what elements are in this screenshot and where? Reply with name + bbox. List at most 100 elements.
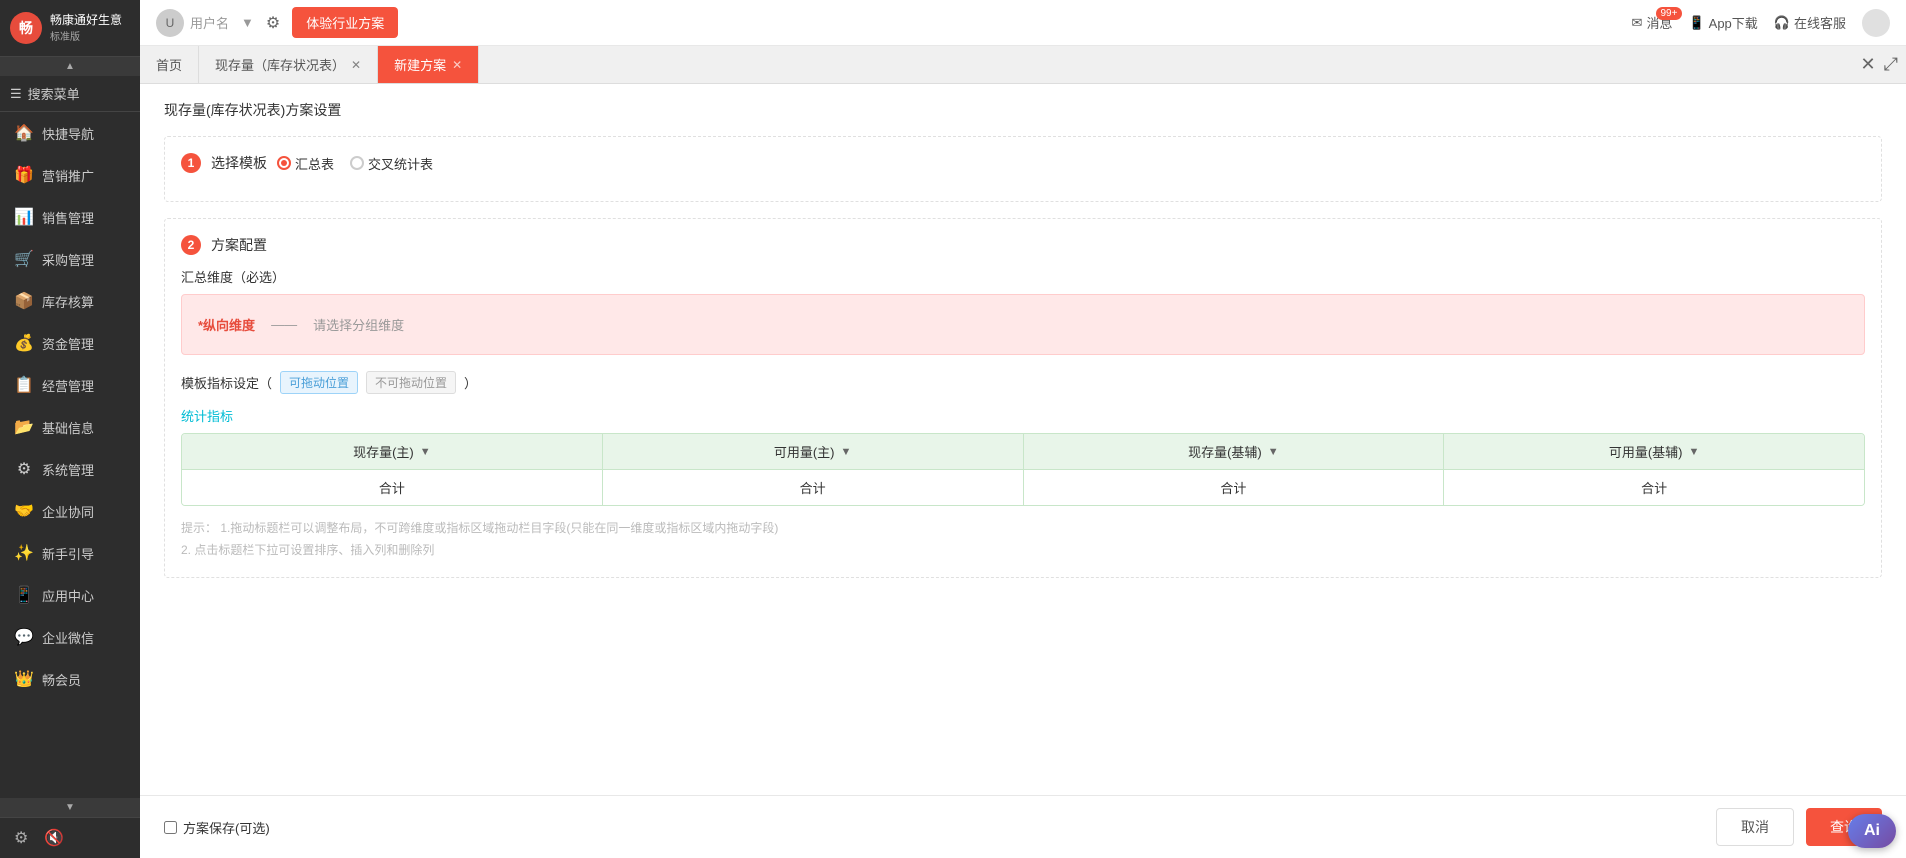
- expand-window-icon[interactable]: ⤢: [1884, 54, 1898, 75]
- sidebar-item-operations[interactable]: 📋 经营管理: [0, 364, 140, 406]
- app-logo-icon: 畅: [10, 12, 42, 44]
- sidebar-item-basic-info[interactable]: 📂 基础信息: [0, 406, 140, 448]
- sidebar-item-quick-nav[interactable]: 🏠 快捷导航: [0, 112, 140, 154]
- indicator-movable-badge: 可拖动位置: [280, 371, 358, 394]
- tab-inventory-close-icon[interactable]: ✕: [351, 58, 361, 72]
- cancel-button[interactable]: 取消: [1716, 808, 1794, 846]
- sidebar-logo: 畅 畅康通好生意 标准版: [0, 0, 140, 57]
- tab-new-plan-label: 新建方案: [394, 55, 446, 74]
- indicator-setting-label: 模板指标设定（: [181, 373, 272, 392]
- sidebar-scroll-up[interactable]: ▲: [0, 57, 140, 76]
- crown-icon: 👑: [14, 669, 34, 689]
- headset-icon: 🎧: [1774, 15, 1790, 31]
- sidebar-item-finance[interactable]: 💰 资金管理: [0, 322, 140, 364]
- footer: 方案保存(可选) 取消 查询: [140, 795, 1906, 858]
- gift-icon: 🎁: [14, 165, 34, 185]
- footer-save: 方案保存(可选): [164, 818, 270, 837]
- hint-area: 提示： 1.拖动标题栏可以调整布局，不可跨维度或指标区域拖动栏目字段(只能在同一…: [181, 518, 1865, 561]
- stats-col-2-label: 可用量(主): [774, 442, 835, 461]
- radio-cross-circle: [350, 156, 364, 170]
- stats-col-3-header[interactable]: 现存量(基辅) ▼: [1024, 434, 1445, 469]
- tab-home[interactable]: 首页: [140, 46, 199, 83]
- hint-2: 2. 点击标题栏下拉可设置排序、插入列和删除列: [181, 540, 1865, 562]
- stats-section-label: 统计指标: [181, 406, 1865, 425]
- sidebar-item-label: 快捷导航: [42, 124, 94, 143]
- sidebar-scroll-down[interactable]: ▼: [0, 798, 140, 817]
- sidebar-item-purchase[interactable]: 🛒 采购管理: [0, 238, 140, 280]
- sidebar-item-label: 新手引导: [42, 544, 94, 563]
- clipboard-icon: 📋: [14, 375, 34, 395]
- dropdown-arrow-icon[interactable]: ▼: [241, 15, 254, 30]
- app-download-btn[interactable]: 📱 App下载: [1688, 13, 1757, 32]
- indicator-fixed-badge: 不可拖动位置: [366, 371, 456, 394]
- settings-gear-icon[interactable]: ⚙: [266, 13, 280, 33]
- sidebar-item-guide[interactable]: ✨ 新手引导: [0, 532, 140, 574]
- sidebar-item-label: 基础信息: [42, 418, 94, 437]
- avatar: U: [156, 9, 184, 37]
- trial-btn[interactable]: 体验行业方案: [292, 7, 398, 38]
- dropdown-arrow-icon-1: ▼: [420, 446, 431, 458]
- sidebar-item-wechat[interactable]: 💬 企业微信: [0, 616, 140, 658]
- tab-new-plan[interactable]: 新建方案 ✕: [378, 46, 479, 83]
- stats-col-2-header[interactable]: 可用量(主) ▼: [603, 434, 1024, 469]
- mobile-download-icon: 📱: [1688, 15, 1704, 31]
- sidebar-item-sales[interactable]: 📊 销售管理: [0, 196, 140, 238]
- section2-header: 2 方案配置: [181, 235, 1865, 255]
- stats-col-4-header[interactable]: 可用量(基辅) ▼: [1444, 434, 1864, 469]
- template-radio-group: 汇总表 交叉统计表: [277, 154, 433, 173]
- handshake-icon: 🤝: [14, 501, 34, 521]
- tab-home-label: 首页: [156, 55, 182, 74]
- stats-table-header: 现存量(主) ▼ 可用量(主) ▼ 现存量(基辅) ▼ 可用量(基辅): [182, 434, 1864, 469]
- stats-table-body: 合计 合计 合计 合计: [182, 469, 1864, 505]
- message-btn[interactable]: ✉ 消息 99+: [1632, 13, 1673, 32]
- sidebar: 畅 畅康通好生意 标准版 ▲ ☰ 搜索菜单 🏠 快捷导航 🎁 营销推广 📊 销售…: [0, 0, 140, 858]
- sidebar-item-system[interactable]: ⚙ 系统管理: [0, 448, 140, 490]
- dimension-required: *纵向维度: [198, 315, 255, 334]
- settings-icon[interactable]: ⚙: [14, 828, 28, 848]
- close-window-icon[interactable]: ✕: [1861, 54, 1876, 75]
- section2-num: 2: [181, 235, 201, 255]
- radio-cross[interactable]: 交叉统计表: [350, 154, 433, 173]
- search-icon: ☰: [10, 86, 22, 102]
- save-checkbox[interactable]: [164, 821, 177, 834]
- sidebar-item-label: 应用中心: [42, 586, 94, 605]
- mobile-icon: 📱: [14, 585, 34, 605]
- dimension-box: *纵向维度 —— 请选择分组维度: [181, 294, 1865, 355]
- sidebar-item-app-center[interactable]: 📱 应用中心: [0, 574, 140, 616]
- ai-badge[interactable]: Ai: [1848, 814, 1896, 848]
- sidebar-item-inventory[interactable]: 📦 库存核算: [0, 280, 140, 322]
- user-avatar[interactable]: [1862, 9, 1890, 37]
- stats-body-col-2: 合计: [603, 470, 1024, 505]
- app-name: 畅康通好生意: [50, 13, 122, 29]
- sidebar-nav: 🏠 快捷导航 🎁 营销推广 📊 销售管理 🛒 采购管理 📦 库存核算 💰 资金管…: [0, 112, 140, 798]
- stats-col-3-label: 现存量(基辅): [1188, 442, 1262, 461]
- sidebar-item-member[interactable]: 👑 畅会员: [0, 658, 140, 700]
- content-area: 现存量(库存状况表)方案设置 1 选择模板 汇总表 交叉统计表: [140, 84, 1906, 795]
- sidebar-item-label: 营销推广: [42, 166, 94, 185]
- topbar-right: ✉ 消息 99+ 📱 App下载 🎧 在线客服: [1632, 9, 1890, 37]
- online-service-btn[interactable]: 🎧 在线客服: [1774, 13, 1846, 32]
- mute-icon[interactable]: 🔇: [44, 828, 64, 848]
- tab-inventory-status[interactable]: 现存量（库存状况表） ✕: [199, 46, 378, 83]
- dimension-placeholder[interactable]: 请选择分组维度: [313, 315, 404, 334]
- stats-col-1-header[interactable]: 现存量(主) ▼: [182, 434, 603, 469]
- message-badge: 99+: [1656, 7, 1683, 20]
- box-icon: 📦: [14, 291, 34, 311]
- sidebar-search[interactable]: ☰ 搜索菜单: [0, 76, 140, 112]
- chat-icon: 💬: [14, 627, 34, 647]
- tab-new-plan-close-icon[interactable]: ✕: [452, 58, 462, 72]
- section-plan-config: 2 方案配置 汇总维度（必选） *纵向维度 —— 请选择分组维度 模板指标设定（…: [164, 218, 1882, 578]
- radio-summary-circle: [277, 156, 291, 170]
- sidebar-item-company[interactable]: 🤝 企业协同: [0, 490, 140, 532]
- money-icon: 💰: [14, 333, 34, 353]
- sidebar-item-label: 企业微信: [42, 628, 94, 647]
- stats-body-col-4: 合计: [1444, 470, 1864, 505]
- sidebar-item-marketing[interactable]: 🎁 营销推广: [0, 154, 140, 196]
- radio-summary[interactable]: 汇总表: [277, 154, 334, 173]
- radio-summary-label: 汇总表: [295, 154, 334, 173]
- sidebar-item-label: 资金管理: [42, 334, 94, 353]
- sidebar-bottom: ⚙ 🔇: [0, 817, 140, 858]
- tabbar: 首页 现存量（库存状况表） ✕ 新建方案 ✕ ✕ ⤢: [140, 46, 1906, 84]
- topbar-user: U 用户名: [156, 9, 229, 37]
- section1-num: 1: [181, 153, 201, 173]
